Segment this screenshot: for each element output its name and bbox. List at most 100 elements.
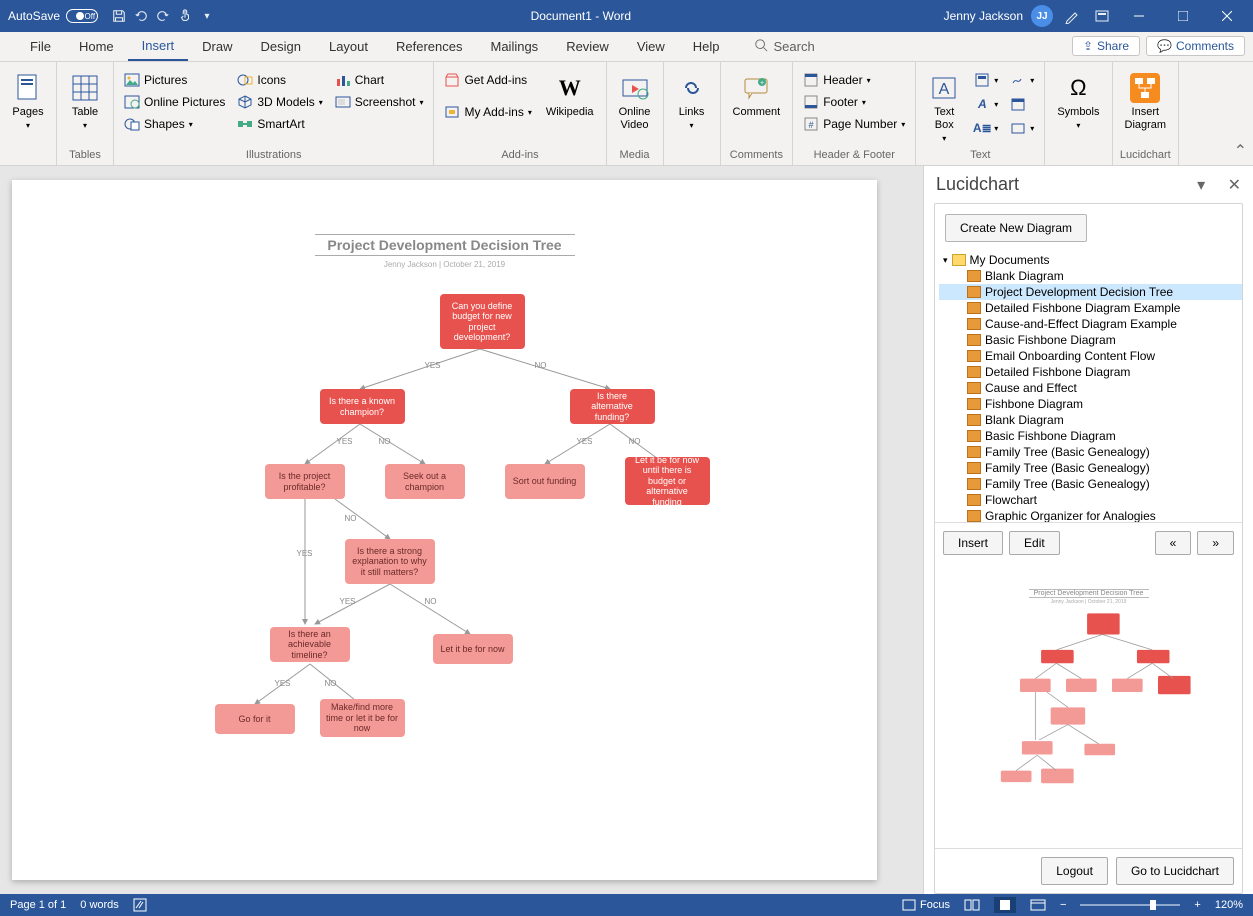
links-button[interactable]: Links▾ [670,70,714,133]
tree-file[interactable]: Cause and Effect [939,380,1242,396]
wikipedia-button[interactable]: WWikipedia [540,70,600,121]
print-layout-icon[interactable] [994,897,1016,913]
zoom-slider[interactable] [1080,904,1180,906]
ribbon-display-icon[interactable] [1091,5,1113,27]
page-indicator[interactable]: Page 1 of 1 [10,899,66,911]
undo-icon[interactable] [130,5,152,27]
footer-button[interactable]: Footer▾ [799,92,909,112]
insert-diagram-button[interactable]: Insert [943,531,1003,555]
header-button[interactable]: Header▾ [799,70,909,90]
dropcap-button[interactable]: A≣▾ [970,118,1002,138]
focus-mode[interactable]: Focus [902,899,950,911]
touch-mode-icon[interactable] [174,5,196,27]
table-button[interactable]: Table▾ [63,70,107,133]
tree-file[interactable]: Family Tree (Basic Genealogy) [939,476,1242,492]
spellcheck-icon[interactable] [133,898,149,912]
zoom-out-button[interactable]: − [1060,899,1066,911]
drawing-mode-icon[interactable] [1061,5,1083,27]
chart-button[interactable]: Chart [331,70,428,90]
logout-button[interactable]: Logout [1041,857,1108,885]
save-icon[interactable] [108,5,130,27]
symbols-button[interactable]: ΩSymbols▾ [1051,70,1105,133]
tab-references[interactable]: References [382,32,476,61]
pictures-button[interactable]: Pictures [120,70,229,90]
tree-file[interactable]: Detailed Fishbone Diagram Example [939,300,1242,316]
tree-file[interactable]: Detailed Fishbone Diagram [939,364,1242,380]
textbox-button[interactable]: AText Box▾ [922,70,966,146]
tree-file[interactable]: Blank Diagram [939,412,1242,428]
screenshot-button[interactable]: Screenshot▾ [331,92,428,112]
share-button[interactable]: ⇪Share [1072,36,1140,56]
tree-file[interactable]: Cause-and-Effect Diagram Example [939,316,1242,332]
wordart-button[interactable]: A▾ [970,94,1002,114]
word-count[interactable]: 0 words [80,899,119,911]
next-page-button[interactable]: » [1197,531,1234,555]
zoom-level[interactable]: 120% [1215,899,1243,911]
icons-button[interactable]: Icons [233,70,326,90]
group-comments: Comments [727,147,787,165]
my-addins-button[interactable]: My Add-ins▾ [440,102,535,122]
customize-qat-icon[interactable]: ▾ [196,5,218,27]
3d-models-button[interactable]: 3D Models▾ [233,92,326,112]
signature-button[interactable]: ▾ [1006,70,1038,90]
tab-layout[interactable]: Layout [315,32,382,61]
create-diagram-button[interactable]: Create New Diagram [945,214,1087,242]
tab-home[interactable]: Home [65,32,128,61]
online-pictures-button[interactable]: Online Pictures [120,92,229,112]
zoom-in-button[interactable]: + [1194,899,1200,911]
document-canvas[interactable]: Project Development Decision Tree Jenny … [0,166,923,894]
tree-file[interactable]: Family Tree (Basic Genealogy) [939,460,1242,476]
comments-button[interactable]: 💬Comments [1146,36,1245,56]
tree-file[interactable]: Basic Fishbone Diagram [939,332,1242,348]
document-tree[interactable]: ▾My Documents Blank DiagramProject Devel… [935,252,1242,522]
tree-file[interactable]: Project Development Decision Tree [939,284,1242,300]
share-icon: ⇪ [1083,39,1093,53]
autosave-toggle[interactable]: AutoSave Off [8,9,98,23]
tab-view[interactable]: View [623,32,679,61]
online-video-button[interactable]: Online Video [613,70,657,134]
tree-file[interactable]: Graphic Organizer for Analogies [939,508,1242,522]
tab-review[interactable]: Review [552,32,623,61]
document-icon [967,366,981,378]
search-box[interactable]: Search [754,32,815,61]
tree-file[interactable]: Basic Fishbone Diagram [939,428,1242,444]
tab-draw[interactable]: Draw [188,32,246,61]
page-number-button[interactable]: #Page Number▾ [799,114,909,134]
redo-icon[interactable] [152,5,174,27]
tab-mailings[interactable]: Mailings [477,32,553,61]
user-name[interactable]: Jenny Jackson [944,9,1023,23]
maximize-button[interactable] [1165,0,1201,32]
quick-parts-button[interactable]: ▾ [970,70,1002,90]
pages-button[interactable]: Pages▾ [6,70,50,133]
object-button[interactable]: ▾ [1006,118,1038,138]
tree-file[interactable]: Flowchart [939,492,1242,508]
date-time-button[interactable] [1006,94,1038,114]
group-headerfooter: Header & Footer [799,147,909,165]
tab-file[interactable]: File [16,32,65,61]
close-button[interactable] [1209,0,1245,32]
web-layout-icon[interactable] [1030,899,1046,911]
taskpane-close-icon[interactable]: ✕ [1228,177,1241,194]
get-addins-button[interactable]: Get Add-ins [440,70,535,90]
file-label: Email Onboarding Content Flow [985,349,1155,363]
prev-page-button[interactable]: « [1155,531,1192,555]
user-avatar[interactable]: JJ [1031,5,1053,27]
tree-file[interactable]: Fishbone Diagram [939,396,1242,412]
tab-design[interactable]: Design [247,32,315,61]
tree-file[interactable]: Family Tree (Basic Genealogy) [939,444,1242,460]
tree-folder[interactable]: ▾My Documents [939,252,1242,268]
collapse-ribbon-icon[interactable]: ⌃ [1234,141,1247,161]
tree-file[interactable]: Blank Diagram [939,268,1242,284]
tab-help[interactable]: Help [679,32,734,61]
taskpane-menu-icon[interactable]: ▾ [1197,177,1205,194]
tree-file[interactable]: Email Onboarding Content Flow [939,348,1242,364]
goto-lucidchart-button[interactable]: Go to Lucidchart [1116,857,1234,885]
smartart-button[interactable]: SmartArt [233,114,326,134]
edit-diagram-button[interactable]: Edit [1009,531,1060,555]
minimize-button[interactable] [1121,0,1157,32]
tab-insert[interactable]: Insert [128,32,189,61]
read-mode-icon[interactable] [964,899,980,911]
comment-button[interactable]: +Comment [727,70,787,121]
shapes-button[interactable]: Shapes▾ [120,114,229,134]
lucidchart-insert-button[interactable]: Insert Diagram [1119,70,1173,134]
